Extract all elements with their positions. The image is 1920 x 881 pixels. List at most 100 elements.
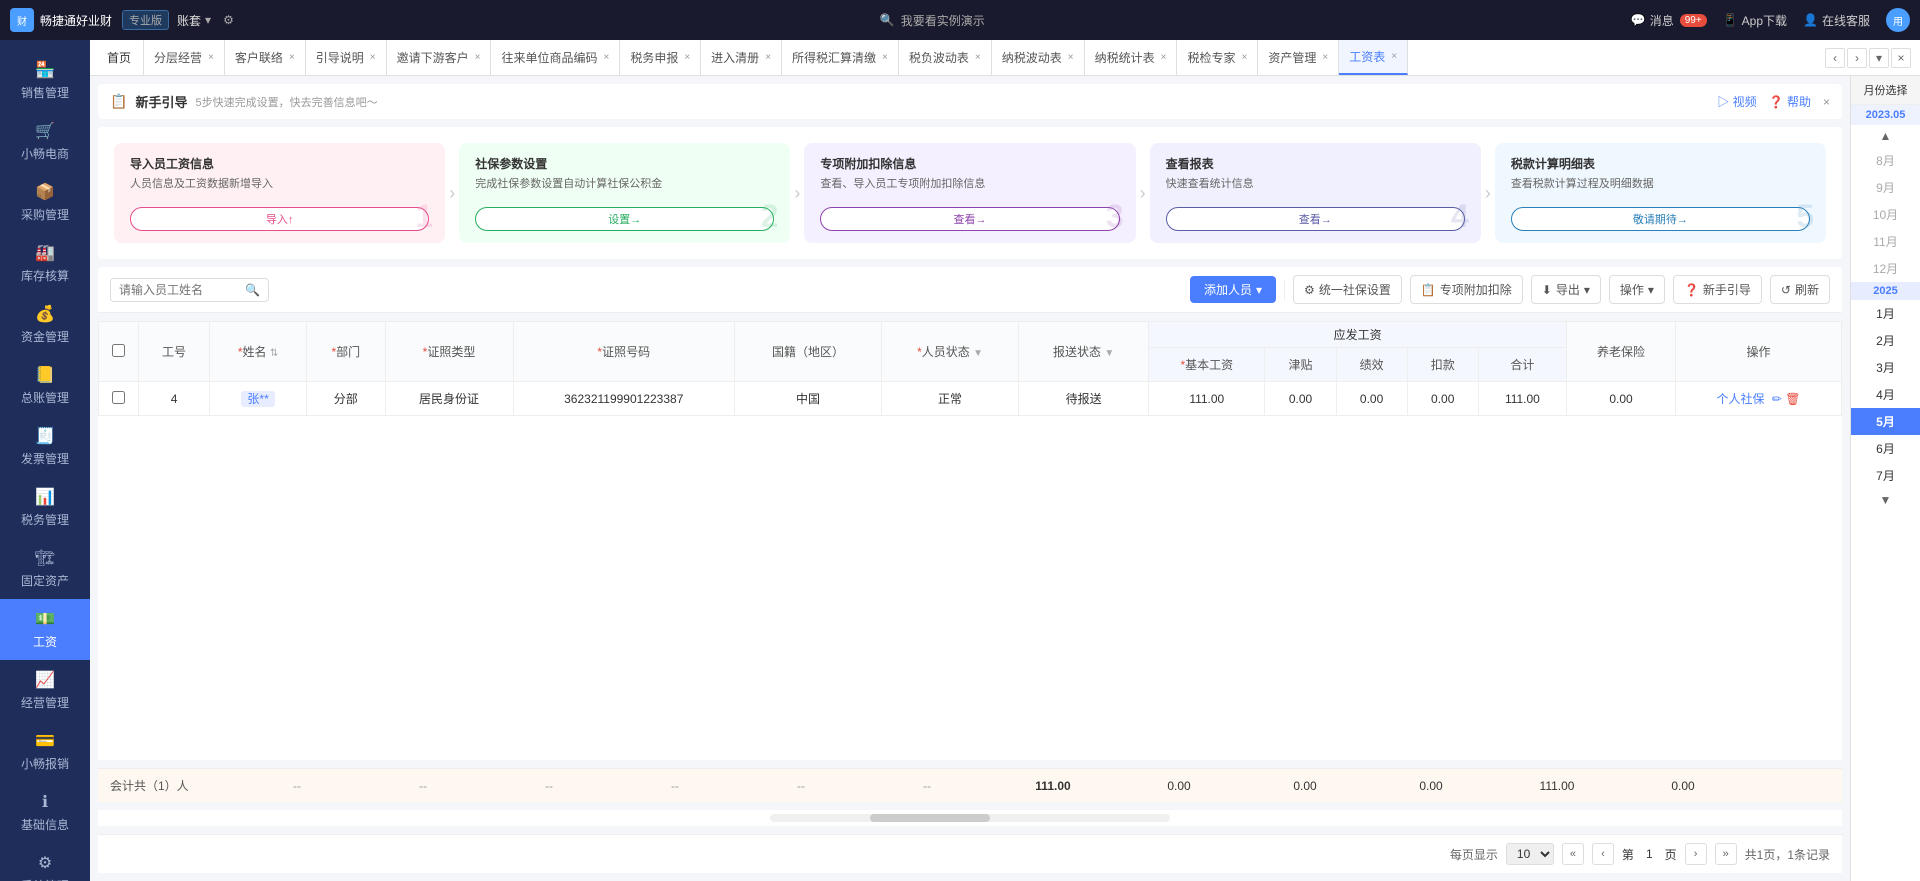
export-btn[interactable]: ⬇ 导出 ▾ [1531,275,1601,304]
tab-item-tax-burden[interactable]: 税负波动表 × [899,40,992,75]
month-item-7[interactable]: 7月 [1851,462,1920,489]
step-2-btn[interactable]: 设置→ [475,207,774,231]
month-item-3[interactable]: 3月 [1851,354,1920,381]
horizontal-scroll[interactable] [770,814,1170,822]
tab-item-customer[interactable]: 客户联络 × [225,40,306,75]
next-page-btn[interactable]: › [1685,843,1707,865]
video-btn[interactable]: ▷ 视频 [1717,93,1756,110]
row-action-link[interactable]: 个人社保 [1717,392,1765,406]
month-item-11[interactable]: 11月 [1851,228,1920,255]
prev-page-btn[interactable]: ‹ [1592,843,1614,865]
select-all-checkbox[interactable] [112,344,125,357]
tab-close-tax[interactable]: × [684,52,690,63]
tab-menu-btn[interactable]: ▾ [1869,48,1889,68]
sidebar-item-salary[interactable]: 💵 工资 [0,599,90,660]
tab-close-income[interactable]: × [882,52,888,63]
month-nav-up[interactable]: ▲ [1851,125,1920,147]
account-selector[interactable]: 账套 [177,12,201,29]
tab-item-tax-stat[interactable]: 纳税统计表 × [1085,40,1178,75]
app-download-btn[interactable]: 📱 App下载 [1723,12,1787,29]
tab-item-asset-mgmt[interactable]: 资产管理 × [1258,40,1339,75]
name-sort-icon[interactable]: ⇅ [270,348,278,359]
tab-next-btn[interactable]: › [1847,48,1867,68]
tab-close-invite[interactable]: × [475,52,481,63]
tab-item-tax-report[interactable]: 税务申报 × [620,40,701,75]
message-btn[interactable]: 💬 消息 99+ [1631,12,1707,29]
sidebar-item-assets[interactable]: 🏗 固定资产 [0,538,90,599]
tab-item-product-code[interactable]: 往来单位商品编码 × [491,40,620,75]
tab-item-salary-table[interactable]: 工资表 × [1339,40,1408,75]
special-deduct-btn[interactable]: 📋 专项附加扣除 [1410,275,1523,304]
search-input[interactable] [119,283,239,297]
tab-item-tax-expert[interactable]: 税检专家 × [1177,40,1258,75]
sidebar-item-ledger[interactable]: 📒 总账管理 [0,355,90,416]
tab-home[interactable]: 首页 [95,40,144,75]
tab-close-all-btn[interactable]: × [1891,48,1911,68]
step-1-btn[interactable]: 导入↑ [130,207,429,231]
sidebar-item-expense[interactable]: 💳 小畅报销 [0,721,90,782]
tab-item-tax-wave[interactable]: 纳税波动表 × [992,40,1085,75]
sidebar-item-system[interactable]: ⚙ 系统管理 [0,843,90,881]
step-5-btn[interactable]: 敬请期待→ [1511,207,1810,231]
month-item-2[interactable]: 2月 [1851,327,1920,354]
avatar[interactable]: 用 [1886,8,1910,32]
newguide-toolbar-btn[interactable]: ❓ 新手引导 [1673,275,1762,304]
tab-close-wave[interactable]: × [1068,52,1074,63]
status-filter-icon[interactable]: ▼ [973,348,983,359]
add-person-btn[interactable]: 添加人员 ▾ [1190,276,1276,303]
sidebar-item-sales[interactable]: 🏪 销售管理 [0,50,90,111]
month-item-5[interactable]: 5月 [1851,408,1920,435]
report-filter-icon[interactable]: ▼ [1104,348,1114,359]
guide-close-btn[interactable]: × [1823,95,1830,109]
account-dropdown-icon[interactable]: ▾ [205,13,211,27]
row-edit-icon[interactable]: ✏ [1772,392,1782,406]
demo-link[interactable]: 🔍 我要看实例演示 [880,12,985,29]
page-size-select[interactable]: 10 20 50 [1506,843,1554,865]
month-item-9[interactable]: 9月 [1851,174,1920,201]
tab-prev-btn[interactable]: ‹ [1825,48,1845,68]
tab-close-expert[interactable]: × [1241,52,1247,63]
step-3-btn[interactable]: 查看→ [820,207,1119,231]
month-item-4[interactable]: 4月 [1851,381,1920,408]
month-nav-down[interactable]: ▼ [1851,489,1920,511]
tab-close-guide[interactable]: × [370,52,376,63]
tab-close-layered[interactable]: × [208,52,214,63]
month-item-1[interactable]: 1月 [1851,300,1920,327]
tab-item-income-tax[interactable]: 所得税汇算清缴 × [782,40,899,75]
tab-item-layered[interactable]: 分层经营 × [144,40,225,75]
refresh-btn[interactable]: ↺ 刷新 [1770,275,1830,304]
row-delete-icon[interactable]: 🗑 [1785,392,1800,406]
tab-close-stat[interactable]: × [1161,52,1167,63]
row-checkbox[interactable] [112,391,125,404]
tab-close-salary[interactable]: × [1391,51,1397,62]
sidebar-item-inventory[interactable]: 🏭 库存核算 [0,233,90,294]
tab-close-asset[interactable]: × [1322,52,1328,63]
help-btn[interactable]: ❓ 帮助 [1769,93,1811,110]
search-icon[interactable]: 🔍 [245,283,260,297]
first-page-btn[interactable]: « [1562,843,1584,865]
gear-icon[interactable]: ⚙ [223,13,234,27]
tab-close-burden[interactable]: × [975,52,981,63]
month-item-12[interactable]: 12月 [1851,255,1920,282]
tab-item-invite[interactable]: 邀请下游客户 × [387,40,492,75]
tab-close-clear[interactable]: × [765,52,771,63]
month-item-10[interactable]: 10月 [1851,201,1920,228]
tab-close-product[interactable]: × [603,52,609,63]
sidebar-item-finance[interactable]: 💰 资金管理 [0,294,90,355]
month-item-6[interactable]: 6月 [1851,435,1920,462]
sidebar-item-operations[interactable]: 📈 经营管理 [0,660,90,721]
sidebar-item-basic[interactable]: ℹ 基础信息 [0,782,90,843]
tab-close-customer[interactable]: × [289,52,295,63]
tab-item-guide[interactable]: 引导说明 × [306,40,387,75]
unified-setting-btn[interactable]: ⚙ 统一社保设置 [1293,275,1402,304]
tab-item-clear[interactable]: 进入清册 × [701,40,782,75]
step-4-btn[interactable]: 查看→ [1166,207,1465,231]
operation-btn[interactable]: 操作 ▾ [1609,275,1665,304]
month-item-8[interactable]: 8月 [1851,147,1920,174]
online-service-btn[interactable]: 👤 在线客服 [1803,12,1870,29]
last-page-btn[interactable]: » [1715,843,1737,865]
sidebar-item-invoice[interactable]: 🧾 发票管理 [0,416,90,477]
sidebar-item-tax[interactable]: 📊 税务管理 [0,477,90,538]
sidebar-item-ecom[interactable]: 🛒 小畅电商 [0,111,90,172]
scroll-thumb[interactable] [870,814,990,822]
